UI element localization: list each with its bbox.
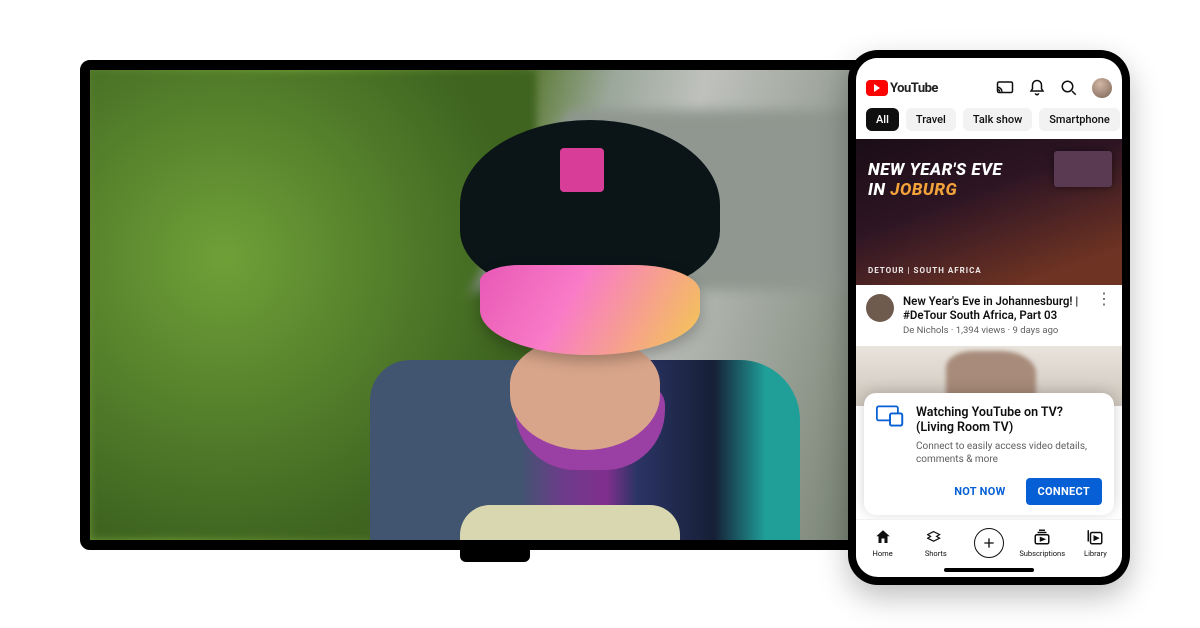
prompt-subtitle: Connect to easily access video details, … [916,440,1102,466]
connect-button[interactable]: CONNECT [1026,478,1102,505]
nav-library[interactable]: Library [1069,527,1122,558]
nav-shorts[interactable]: Shorts [909,527,962,558]
shorts-icon [926,527,946,547]
nav-subscriptions[interactable]: Subscriptions [1016,527,1069,558]
cast-to-tv-icon [876,405,904,427]
channel-avatar[interactable] [866,294,894,322]
library-icon [1085,527,1105,547]
more-icon[interactable]: ⋮ [1096,294,1112,336]
feed[interactable]: NEW YEAR'S EVE IN JOBURG DETOUR | SOUTH … [856,139,1122,519]
youtube-logo-icon [866,80,888,96]
thumb-line2b: JOBURG [890,180,957,200]
bell-icon[interactable] [1028,79,1046,97]
bottom-nav: Home Shorts Subscriptions [856,519,1122,565]
prompt-title: Watching YouTube on TV? (Living Room TV) [916,405,1102,436]
video-thumbnail[interactable]: NEW YEAR'S EVE IN JOBURG DETOUR | SOUTH … [856,139,1122,285]
chip-smartphone[interactable]: Smartphone [1039,108,1120,131]
status-bar [856,58,1122,72]
avatar[interactable] [1092,78,1112,98]
nav-home[interactable]: Home [856,527,909,558]
thumb-line2a: IN [868,180,890,200]
connect-tv-prompt: Watching YouTube on TV? (Living Room TV)… [864,393,1114,515]
filter-chips: All Travel Talk show Smartphone An [856,104,1122,139]
home-indicator [944,568,1034,572]
chip-talk-show[interactable]: Talk show [963,108,1032,131]
nav-create[interactable] [962,528,1015,558]
phone-screen: YouTube All Travel Talk show Smartphone … [856,58,1122,577]
home-icon [873,527,893,547]
chip-travel[interactable]: Travel [906,108,956,131]
chip-all[interactable]: All [866,108,899,131]
tv-frame [80,60,910,550]
not-now-button[interactable]: NOT NOW [944,478,1015,505]
thumb-line1: NEW YEAR'S EVE [868,160,1002,180]
thumb-tag: DETOUR | SOUTH AFRICA [868,266,982,275]
phone-frame: YouTube All Travel Talk show Smartphone … [848,50,1130,585]
tv-stand [460,550,530,562]
cast-icon[interactable] [996,79,1014,97]
video-meta-row[interactable]: New Year's Eve in Johannesburg! | #DeTou… [856,285,1122,346]
plus-icon [974,528,1004,558]
youtube-logo[interactable]: YouTube [866,80,938,96]
subscriptions-icon [1032,527,1052,547]
video-subtext: De Nichols · 1,394 views · 9 days ago [903,325,1087,336]
youtube-logo-text: YouTube [890,81,938,96]
app-header: YouTube [856,72,1122,104]
tv-video-still [90,70,900,540]
video-title: New Year's Eve in Johannesburg! | #DeTou… [903,294,1087,323]
search-icon[interactable] [1060,79,1078,97]
